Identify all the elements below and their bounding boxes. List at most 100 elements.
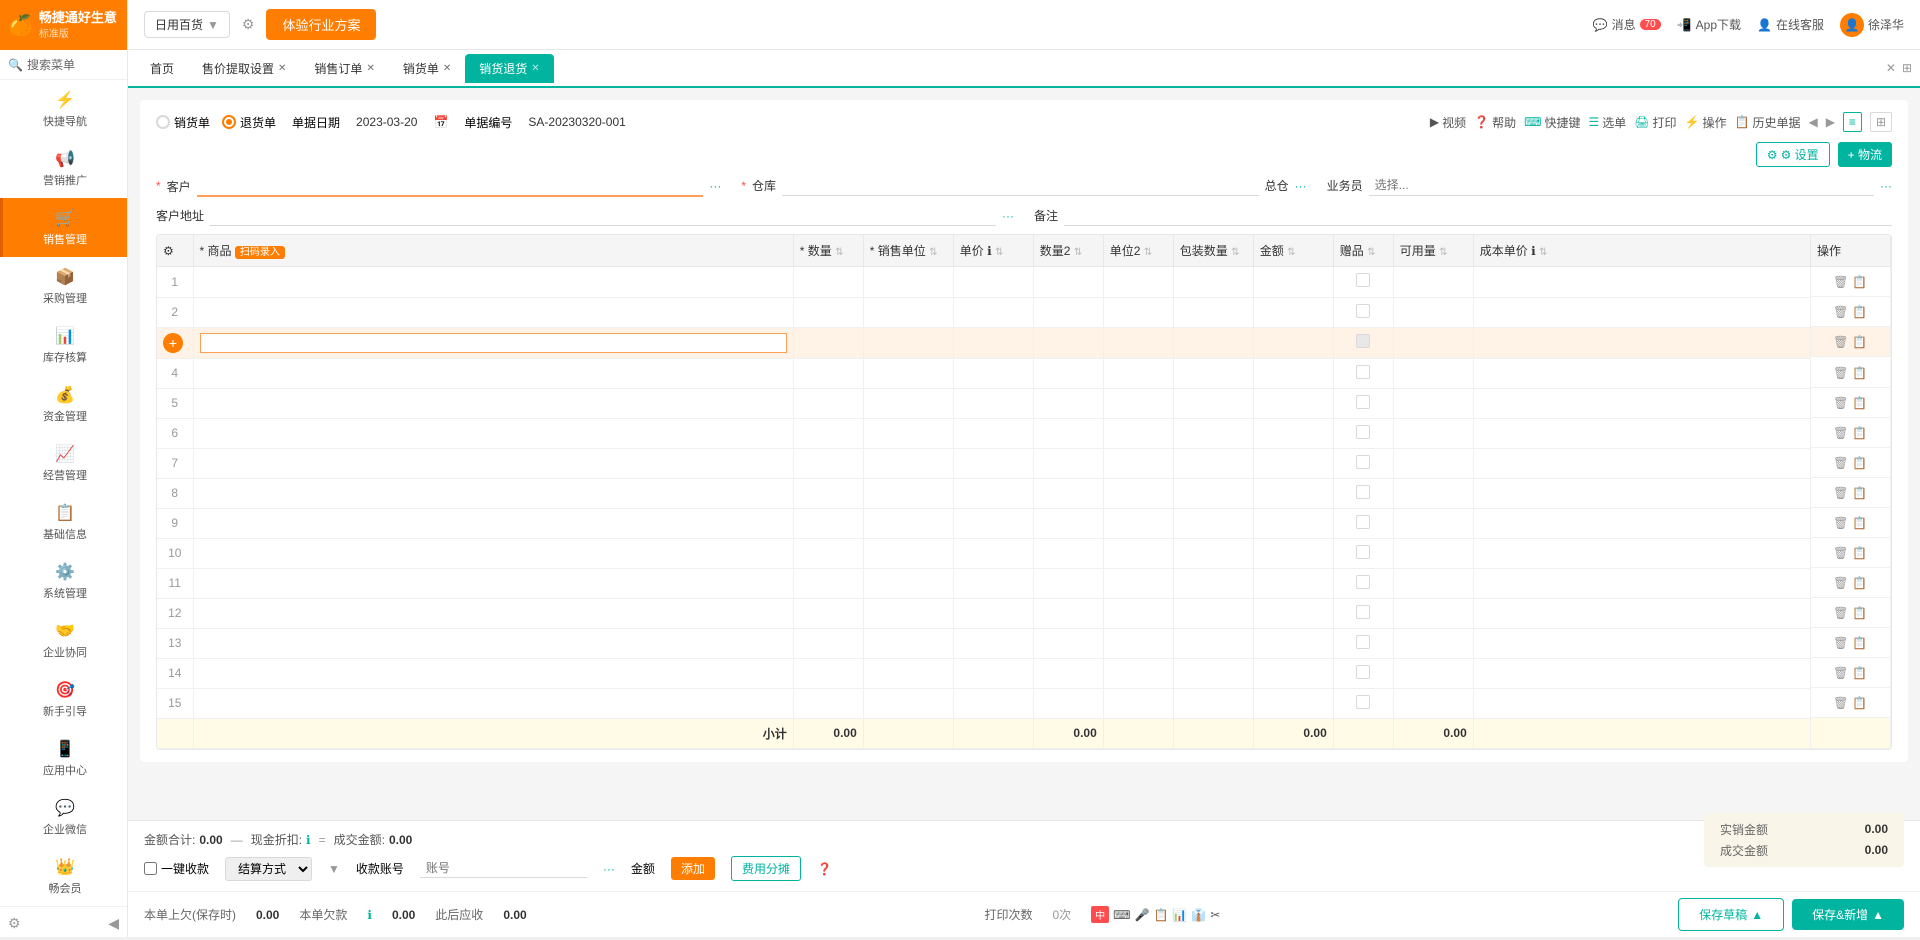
tab-price-extract[interactable]: 售价提取设置 ✕ bbox=[188, 54, 300, 83]
copy-row-icon[interactable]: 📋 bbox=[1852, 305, 1867, 319]
unit2-cell[interactable] bbox=[1103, 297, 1173, 327]
radio-return-bill[interactable]: 退货单 bbox=[222, 114, 276, 131]
delete-row-icon[interactable]: 🗑 bbox=[1833, 366, 1848, 380]
sidebar-item-quick-nav[interactable]: ⚡ 快捷导航 bbox=[0, 80, 127, 139]
col-settings[interactable]: ⚙ bbox=[157, 235, 193, 267]
cost-unit-cell[interactable] bbox=[1473, 267, 1810, 298]
salesperson-input[interactable] bbox=[1369, 175, 1874, 196]
gift-cell-active[interactable] bbox=[1333, 327, 1393, 358]
copy-row-icon[interactable]: 📋 bbox=[1852, 516, 1867, 530]
cost-unit-cell-active[interactable] bbox=[1473, 327, 1810, 358]
copy-row-icon[interactable]: 📋 bbox=[1852, 606, 1867, 620]
experience-btn[interactable]: 体验行业方案 bbox=[266, 9, 376, 40]
qty-cell[interactable] bbox=[793, 297, 863, 327]
sidebar-item-wechat[interactable]: 💬 企业微信 bbox=[0, 788, 127, 847]
copy-row-icon[interactable]: 📋 bbox=[1852, 636, 1867, 650]
sidebar-item-finance[interactable]: 💰 资金管理 bbox=[0, 375, 127, 434]
list-view-btn[interactable]: ⊞ bbox=[1870, 112, 1892, 132]
sidebar-item-purchase[interactable]: 📦 采购管理 bbox=[0, 257, 127, 316]
history-btn[interactable]: 📋 历史单据 bbox=[1734, 114, 1800, 131]
amount-cell[interactable] bbox=[1253, 267, 1333, 298]
expense-split-btn[interactable]: 费用分摊 bbox=[731, 856, 801, 881]
pkg-qty-cell[interactable] bbox=[1173, 267, 1253, 298]
unit2-cell-active[interactable] bbox=[1103, 327, 1173, 358]
tabs-maximize-btn[interactable]: ⊞ bbox=[1902, 61, 1912, 75]
remark-input[interactable] bbox=[1064, 205, 1892, 226]
copy-row-icon[interactable]: 📋 bbox=[1852, 275, 1867, 289]
gift-cell[interactable] bbox=[1333, 297, 1393, 327]
delete-row-icon[interactable]: 🗑 bbox=[1833, 636, 1848, 650]
shortcut-btn[interactable]: ⌨ 快捷键 bbox=[1524, 114, 1580, 131]
goods-cell[interactable] bbox=[193, 267, 793, 298]
unit-price-cell[interactable] bbox=[953, 297, 1033, 327]
settlement-method-select[interactable]: 结算方式 bbox=[225, 857, 312, 881]
sidebar-item-operations[interactable]: 📈 经营管理 bbox=[0, 434, 127, 493]
delete-row-icon[interactable]: 🗑 bbox=[1833, 305, 1848, 319]
print-btn[interactable]: 🖨 打印 bbox=[1634, 114, 1676, 131]
radio-sale-bill[interactable]: 销货单 bbox=[156, 114, 210, 131]
unit2-sort-icon[interactable]: ⇅ bbox=[1144, 247, 1152, 258]
copy-row-icon[interactable]: 📋 bbox=[1852, 366, 1867, 380]
sale-unit-cell-active[interactable] bbox=[863, 327, 953, 358]
calendar-icon[interactable]: 📅 bbox=[433, 115, 448, 129]
goods-input-active[interactable] bbox=[200, 333, 787, 353]
select-btn[interactable]: ☰ 选单 bbox=[1588, 114, 1626, 131]
pkg-sort-icon[interactable]: ⇅ bbox=[1231, 247, 1239, 258]
sidebar-search[interactable]: 🔍 搜索菜单 bbox=[0, 50, 127, 80]
pkg-qty-cell-active[interactable] bbox=[1173, 327, 1253, 358]
warehouse-select-icon[interactable]: ··· bbox=[1295, 179, 1307, 193]
sidebar-settings-btn[interactable]: ⚙ bbox=[8, 915, 21, 932]
one-click-pay-input[interactable] bbox=[144, 862, 157, 875]
qty2-sort-icon[interactable]: ⇅ bbox=[1074, 247, 1082, 258]
available-sort-icon[interactable]: ⇅ bbox=[1439, 247, 1447, 258]
add-row-btn[interactable]: + bbox=[163, 333, 183, 353]
address-input[interactable] bbox=[210, 205, 996, 226]
delete-row-icon[interactable]: 🗑 bbox=[1833, 576, 1848, 590]
one-click-pay-checkbox[interactable]: 一键收款 bbox=[144, 860, 209, 877]
delete-row-icon[interactable]: 🗑 bbox=[1833, 546, 1848, 560]
goods-cell-active[interactable] bbox=[193, 327, 793, 358]
message-btn[interactable]: 💬 消息 70 bbox=[1593, 16, 1661, 33]
sidebar-item-inventory[interactable]: 📊 库存核算 bbox=[0, 316, 127, 375]
sale-unit-cell[interactable] bbox=[863, 297, 953, 327]
add-payment-btn[interactable]: 添加 bbox=[671, 857, 715, 880]
sidebar-item-enterprise[interactable]: 🤝 企业协同 bbox=[0, 611, 127, 670]
topbar-gear-icon[interactable]: ⚙ bbox=[242, 16, 255, 33]
tabs-close-btn[interactable]: ✕ bbox=[1886, 61, 1896, 75]
delete-row-icon[interactable]: 🗑 bbox=[1833, 696, 1848, 710]
sale-unit-cell[interactable] bbox=[863, 267, 953, 298]
gift-checkbox[interactable] bbox=[1356, 304, 1370, 318]
delete-row-icon[interactable]: 🗑 bbox=[1833, 456, 1848, 470]
gift-checkbox-active[interactable] bbox=[1356, 334, 1370, 348]
save-draft-btn[interactable]: 保存草稿 ▲ bbox=[1678, 898, 1784, 931]
copy-row-icon[interactable]: 📋 bbox=[1852, 486, 1867, 500]
warehouse-input[interactable] bbox=[782, 175, 1259, 196]
sidebar-item-basic[interactable]: 📋 基础信息 bbox=[0, 493, 127, 552]
prev-record-btn[interactable]: ◀ bbox=[1808, 115, 1817, 129]
delete-row-icon[interactable]: 🗑 bbox=[1833, 666, 1848, 680]
tab-sales-order[interactable]: 销售订单 ✕ bbox=[300, 54, 388, 83]
address-select-icon[interactable]: ··· bbox=[1002, 209, 1014, 223]
gift-checkbox[interactable] bbox=[1356, 273, 1370, 287]
copy-row-icon[interactable]: 📋 bbox=[1852, 696, 1867, 710]
customer-select-icon[interactable]: ··· bbox=[709, 179, 721, 193]
delete-row-icon[interactable]: 🗑 bbox=[1833, 516, 1848, 530]
sidebar-item-newbie[interactable]: 🎯 新手引导 bbox=[0, 670, 127, 729]
delete-row-icon[interactable]: 🗑 bbox=[1833, 606, 1848, 620]
sidebar-item-marketing[interactable]: 📢 营销推广 bbox=[0, 139, 127, 198]
unit2-cell[interactable] bbox=[1103, 267, 1173, 298]
logistics-btn[interactable]: + 物流 bbox=[1838, 142, 1892, 167]
account-select-icon[interactable]: ··· bbox=[603, 862, 615, 876]
copy-row-icon[interactable]: 📋 bbox=[1852, 576, 1867, 590]
available-cell[interactable] bbox=[1393, 297, 1473, 327]
delete-row-icon[interactable]: 🗑 bbox=[1833, 275, 1848, 289]
save-new-btn[interactable]: 保存&新增 ▲ bbox=[1792, 899, 1904, 930]
available-cell-active[interactable] bbox=[1393, 327, 1473, 358]
industry-selector[interactable]: 日用百货 ▼ bbox=[144, 11, 230, 38]
tab-close-icon[interactable]: ✕ bbox=[278, 63, 286, 74]
video-btn[interactable]: ▶ 视频 bbox=[1430, 114, 1466, 131]
customer-input[interactable] bbox=[197, 175, 704, 197]
settings-btn[interactable]: ⚙ ⚙ 设置 bbox=[1756, 142, 1830, 167]
tab-home[interactable]: 首页 bbox=[136, 54, 188, 83]
salesperson-select-icon[interactable]: ··· bbox=[1880, 179, 1892, 193]
